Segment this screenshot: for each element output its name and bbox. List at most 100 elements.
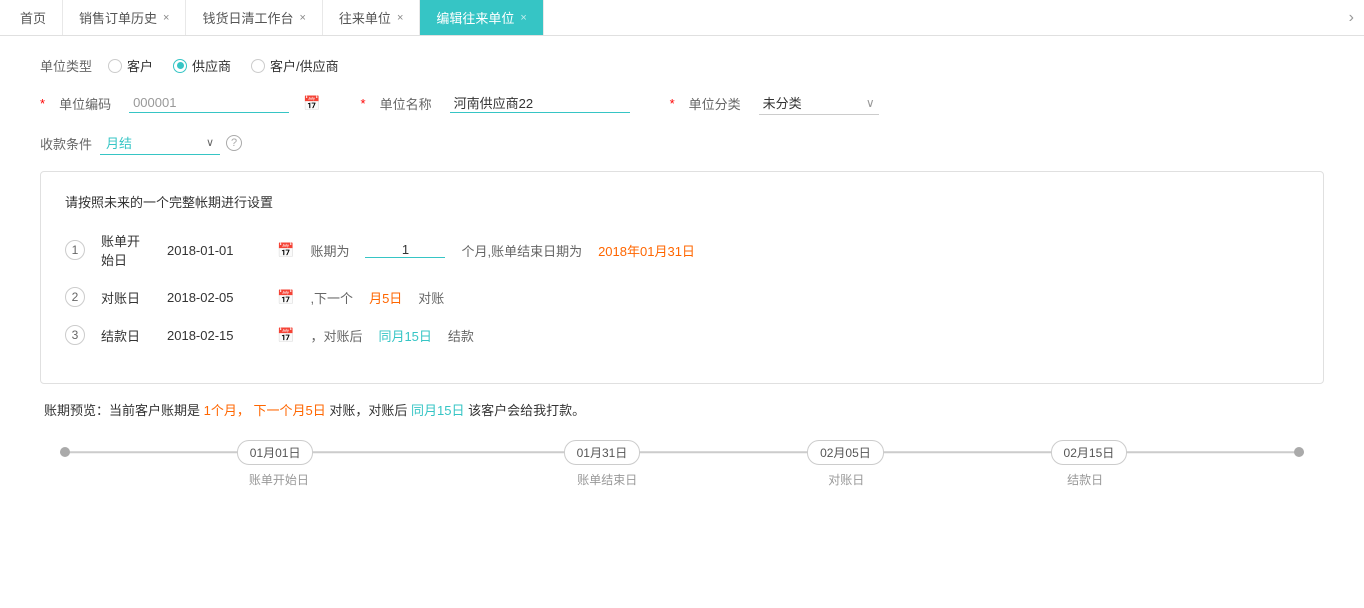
period-num-3: 3 xyxy=(65,325,85,345)
timeline-label-2: 账单结束日 xyxy=(577,471,637,488)
timeline-label-4: 结款日 xyxy=(1055,471,1115,488)
radio-customer[interactable]: 客户 xyxy=(108,56,153,75)
timeline-container: 01月01日 01月31日 02月05日 02月15日 xyxy=(40,437,1324,488)
unit-category-chevron: ∨ xyxy=(866,96,875,110)
period-months-input[interactable] xyxy=(365,242,445,258)
period-highlight-1: 2018年01月31日 xyxy=(598,241,695,260)
help-icon[interactable]: ? xyxy=(226,135,242,151)
timeline-badge-2: 01月31日 xyxy=(564,440,641,465)
unit-type-row: 单位类型 客户 供应商 客户/供应商 xyxy=(40,56,1324,75)
fields-row: * 单位编码 📅 * 单位名称 * 单位分类 未分类 ∨ xyxy=(40,91,1324,115)
timeline-label-1: 账单开始日 xyxy=(249,471,309,488)
field-group-code: * 单位编码 📅 xyxy=(40,93,321,113)
unit-category-label: 单位分类 xyxy=(689,94,741,113)
payment-terms-label: 收款条件 xyxy=(40,134,92,153)
radio-label-both: 客户/供应商 xyxy=(270,56,339,75)
period-unit-text-1: 个月,账单结束日期为 xyxy=(461,241,582,260)
period-label-3: 结款日 xyxy=(101,326,151,345)
timeline-node-1: 01月01日 xyxy=(237,440,314,465)
radio-circle-customer xyxy=(108,59,122,73)
period-date-1: 2018-01-01 xyxy=(167,243,257,258)
unit-name-input[interactable] xyxy=(450,93,630,113)
unit-category-select[interactable]: 未分类 ∨ xyxy=(759,91,879,115)
timeline-node-3: 02月05日 xyxy=(807,440,884,465)
tab-label-partner-unit: 往来单位 xyxy=(339,8,391,27)
unit-category-value: 未分类 xyxy=(763,93,802,112)
period-date-3: 2018-02-15 xyxy=(167,328,257,343)
preview-text: 账期预览：当前客户账期是 1个月， 下一个月5日 对账，对账后 同月15日 该客… xyxy=(40,400,1324,419)
timeline-label-3: 对账日 xyxy=(816,471,876,488)
preview-part3: 同月15日 xyxy=(411,403,464,418)
unit-name-label: 单位名称 xyxy=(380,94,432,113)
period-cal-icon-2[interactable]: 📅 xyxy=(277,289,294,306)
unit-code-icon[interactable]: 📅 xyxy=(303,95,320,112)
radio-circle-both xyxy=(251,59,265,73)
radio-supplier[interactable]: 供应商 xyxy=(173,56,231,75)
radio-circle-supplier xyxy=(173,59,187,73)
period-cal-icon-1[interactable]: 📅 xyxy=(277,242,294,259)
tab-edit-partner[interactable]: 编辑往来单位 × xyxy=(420,0,543,35)
timeline-node-4: 02月15日 xyxy=(1051,440,1128,465)
tab-close-partner-unit[interactable]: × xyxy=(397,12,403,24)
field-group-category: * 单位分类 未分类 ∨ xyxy=(670,91,879,115)
timeline-badge-1: 01月01日 xyxy=(237,440,314,465)
tab-cash-work[interactable]: 钱货日清工作台 × xyxy=(186,0,322,35)
period-highlight-3: 同月15日 xyxy=(378,326,431,345)
radio-label-supplier: 供应商 xyxy=(192,56,231,75)
radio-label-customer: 客户 xyxy=(127,56,153,75)
tab-bar: 首页 销售订单历史 × 钱货日清工作台 × 往来单位 × 编辑往来单位 × › xyxy=(0,0,1364,36)
unit-code-label: 单位编码 xyxy=(59,94,111,113)
tab-label-home: 首页 xyxy=(20,8,46,27)
field-group-name: * 单位名称 xyxy=(361,93,630,113)
tab-label-edit-partner: 编辑往来单位 xyxy=(436,8,514,27)
payment-terms-value: 月结 xyxy=(106,133,206,152)
radio-both[interactable]: 客户/供应商 xyxy=(251,56,339,75)
preview-label: 账期预览：当前客户账期是 xyxy=(44,403,200,418)
payment-terms-row: 收款条件 月结 ∨ ? xyxy=(40,131,1324,155)
tab-home[interactable]: 首页 xyxy=(0,0,63,35)
period-num-2: 2 xyxy=(65,287,85,307)
tab-sales-history[interactable]: 销售订单历史 × xyxy=(63,0,186,35)
period-row-3: 3 结款日 2018-02-15 📅 ，对账后 同月15日 结款 xyxy=(65,325,1299,345)
preview-middle: 对账，对账后 xyxy=(329,403,407,418)
period-row-2: 2 对账日 2018-02-05 📅 ,下一个 月5日 对账 xyxy=(65,287,1299,307)
required-star-code: * xyxy=(40,96,45,111)
timeline-badge-3: 02月05日 xyxy=(807,440,884,465)
period-after-3: 结款 xyxy=(448,326,474,345)
unit-code-input[interactable] xyxy=(129,93,289,113)
period-highlight-2: 月5日 xyxy=(369,288,402,307)
tab-close-cash-work[interactable]: × xyxy=(299,12,305,24)
period-date-2: 2018-02-05 xyxy=(167,290,257,305)
period-title: 请按照未来的一个完整帐期进行设置 xyxy=(65,192,1299,211)
period-after-2: 对账 xyxy=(418,288,444,307)
period-row-1: 1 账单开始日 2018-01-01 📅 账期为 个月,账单结束日期为 2018… xyxy=(65,231,1299,269)
timeline-start-dot xyxy=(60,447,70,457)
tab-close-edit-partner[interactable]: × xyxy=(520,12,526,24)
required-star-category: * xyxy=(670,96,675,111)
timeline-labels-row: 账单开始日 账单结束日 对账日 结款日 xyxy=(60,471,1304,488)
preview-part2: 下一个月5日 xyxy=(254,403,326,418)
period-suffix-2: ,下一个 xyxy=(310,288,353,307)
period-suffix-1: 账期为 xyxy=(310,241,349,260)
preview-end: 该客户会给我打款。 xyxy=(468,403,585,418)
radio-group-unit-type: 客户 供应商 客户/供应商 xyxy=(108,56,339,75)
preview-part1: 1个月， xyxy=(204,403,250,418)
payment-terms-chevron-icon: ∨ xyxy=(206,136,214,149)
payment-terms-dropdown[interactable]: 月结 ∨ xyxy=(100,131,220,155)
tab-label-cash-work: 钱货日清工作台 xyxy=(202,8,293,27)
period-suffix-3: ，对账后 xyxy=(310,326,362,345)
period-box: 请按照未来的一个完整帐期进行设置 1 账单开始日 2018-01-01 📅 账期… xyxy=(40,171,1324,384)
timeline-nodes-row: 01月01日 01月31日 02月05日 02月15日 xyxy=(60,437,1304,467)
period-num-1: 1 xyxy=(65,240,85,260)
period-label-2: 对账日 xyxy=(101,288,151,307)
main-content: 单位类型 客户 供应商 客户/供应商 * 单位编码 📅 * 单位名称 * 单位分… xyxy=(0,36,1364,608)
tab-close-sales-history[interactable]: × xyxy=(163,12,169,24)
required-star-name: * xyxy=(361,96,366,111)
tab-more-button[interactable]: › xyxy=(1339,0,1364,35)
tab-partner-unit[interactable]: 往来单位 × xyxy=(323,0,420,35)
tab-label-sales-history: 销售订单历史 xyxy=(79,8,157,27)
period-label-1: 账单开始日 xyxy=(101,231,151,269)
timeline-badge-4: 02月15日 xyxy=(1051,440,1128,465)
unit-type-label: 单位类型 xyxy=(40,56,92,75)
period-cal-icon-3[interactable]: 📅 xyxy=(277,327,294,344)
